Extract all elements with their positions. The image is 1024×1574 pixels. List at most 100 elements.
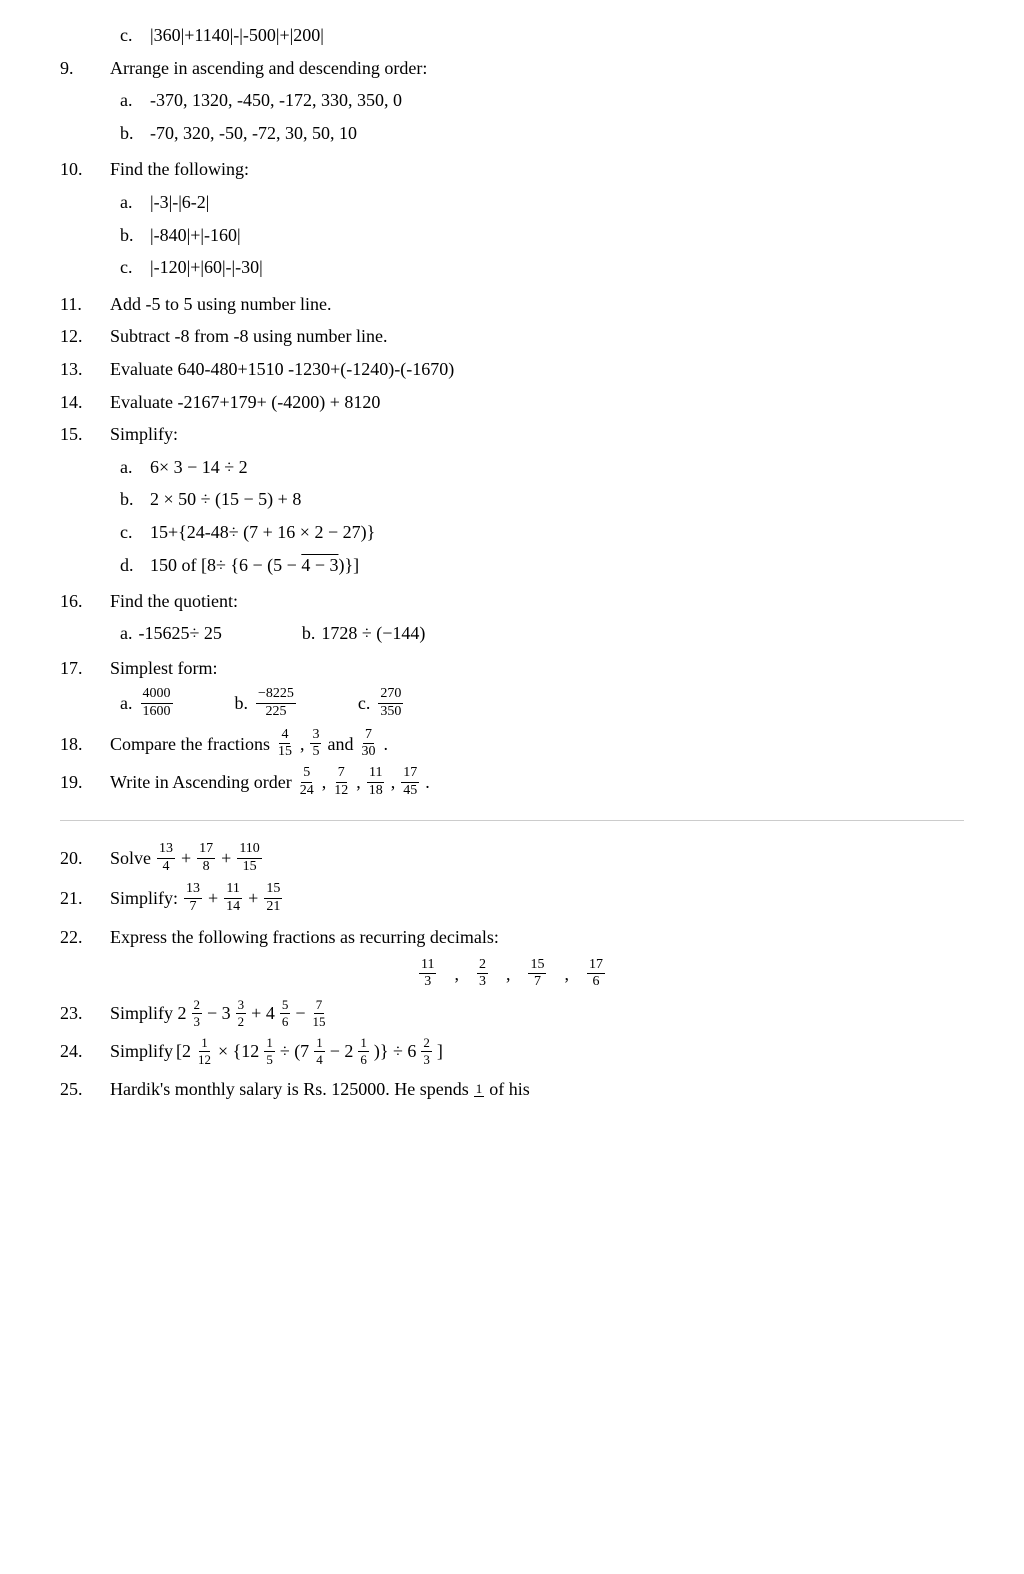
q22-frac2-num: 2 [477,957,488,975]
q20-plus1: + [181,843,191,874]
q25-of: of his [489,1074,530,1105]
question-21: 21. Simplify: 13 7 + 11 14 + 15 21 [60,881,964,916]
q9-num: 9. [60,53,110,84]
q17-text: Simplest form: [110,653,964,684]
q15-a: a. 6× 3 − 14 ÷ 2 [120,452,964,483]
q25-frac1: 1 [474,1081,485,1098]
q16-b-text: 1728 ÷ (−144) [321,619,425,648]
q15-b-label: b. [120,484,150,515]
question-25: 25. Hardik's monthly salary is Rs. 12500… [60,1074,964,1105]
q23-minus: − 3 [207,998,231,1029]
q9-b-text: -70, 320, -50, -72, 30, 50, 10 [150,118,964,149]
q17-a-den: 1600 [141,704,173,721]
q17-b-frac: −8225 225 [256,686,296,721]
q21-frac2-den: 14 [224,899,242,916]
q21-frac1-den: 7 [188,899,199,916]
q18-frac1-den: 15 [276,744,294,761]
q10-num: 10. [60,154,110,185]
q20-frac1: 13 4 [157,841,175,876]
q19-frac3-den: 18 [367,783,385,800]
q21-num: 21. [60,883,110,914]
q20-num: 20. [60,843,110,874]
q24-content: Simplify [2112 × {1215 ÷ (714 − 216 )} ÷… [110,1035,964,1067]
q20-frac2: 17 8 [197,841,215,876]
q14-text: Evaluate -2167+179+ (-4200) + 8120 [110,387,964,418]
q17-c-label: c. [358,689,371,718]
q18-frac2: 3 5 [310,727,321,762]
q17-line: 17. Simplest form: [60,653,964,684]
q14-num: 14. [60,387,110,418]
q20-frac1-den: 4 [161,859,172,876]
q22-frac3-num: 15 [528,957,546,975]
q21-content: Simplify: 13 7 + 11 14 + 15 21 [110,881,964,916]
q22-frac2-den: 3 [477,974,488,991]
q18-content: Compare the fractions 4 15 , 3 5 and 7 3… [110,727,964,762]
q25-content: Hardik's monthly salary is Rs. 125000. H… [110,1074,964,1105]
q20-text: Solve [110,843,151,874]
q19-frac1-num: 5 [301,765,312,783]
q22-num: 22. [60,922,110,953]
q22-frac1-num: 11 [419,957,436,975]
q22-frac3: 15 7 [528,957,546,992]
q17-c-num: 270 [378,686,403,704]
q22-sep2: , [506,960,511,989]
q18-frac1: 4 15 [276,727,294,762]
q10-c: c. |-120|+|60|-|-30| [120,252,964,283]
q15-c-text: 15+{24-48÷ (7 + 16 × 2 − 27)} [150,517,964,548]
q9-b: b. -70, 320, -50, -72, 30, 50, 10 [120,118,964,149]
q17-a: a. 4000 1600 [120,686,175,721]
q24-bracket1: [2 [176,1036,191,1067]
q22-line: 22. Express the following fractions as r… [60,922,964,953]
q10-a-text: |-3|-|6-2| [150,187,964,218]
q10-b: b. |-840|+|-160| [120,220,964,251]
q21-frac3-num: 15 [264,881,282,899]
q21-text: Simplify: [110,883,178,914]
q10-c-text: |-120|+|60|-|-30| [150,252,964,283]
q20-plus2: + [221,843,231,874]
q20-frac2-num: 17 [197,841,215,859]
q17-a-frac: 4000 1600 [141,686,173,721]
q18-frac3: 7 30 [359,727,377,762]
q11-num: 11. [60,289,110,320]
q20-frac2-den: 8 [201,859,212,876]
q10-line: 10. Find the following: [60,154,964,185]
q23-plus: + 4 [251,998,275,1029]
q18-frac1-num: 4 [279,727,290,745]
question-13: 13. Evaluate 640-480+1510 -1230+(-1240)-… [60,354,964,385]
q19-frac3-num: 11 [367,765,384,783]
q19-frac2: 7 12 [332,765,350,800]
q15-c-label: c. [120,517,150,548]
q21-plus1: + [208,883,218,914]
q16-line: 16. Find the quotient: [60,586,964,617]
q18-num: 18. [60,729,110,760]
q24-times: × {12 [218,1036,259,1067]
question-9: 9. Arrange in ascending and descending o… [60,53,964,149]
q22-sep3: , [564,960,569,989]
q18-and: and [327,729,353,760]
q19-frac3: 11 18 [367,765,385,800]
q20-frac3: 110 15 [237,841,261,876]
question-14: 14. Evaluate -2167+179+ (-4200) + 8120 [60,387,964,418]
q24-num: 24. [60,1036,110,1067]
q19-frac2-den: 12 [332,783,350,800]
question-12: 12. Subtract -8 from -8 using number lin… [60,321,964,352]
section-divider [60,820,964,821]
q19-comma2: , [356,767,361,798]
q18-text: Compare the fractions [110,729,270,760]
q15-a-label: a. [120,452,150,483]
q10-c-label: c. [120,252,150,283]
q22-frac4-num: 17 [587,957,605,975]
q22-frac4-den: 6 [590,974,601,991]
q13-text: Evaluate 640-480+1510 -1230+(-1240)-(-16… [110,354,964,385]
q16-subs: a. -15625÷ 25 b. 1728 ÷ (−144) [120,619,964,648]
q23-frac3: 56 [280,997,291,1029]
q18-frac3-num: 7 [363,727,374,745]
q25-num: 25. [60,1074,110,1105]
q21-frac1-num: 13 [184,881,202,899]
q22-frac1-den: 3 [422,974,433,991]
q22-frac3-den: 7 [532,974,543,991]
q15-b-text: 2 × 50 ÷ (15 − 5) + 8 [150,484,964,515]
q19-frac4: 17 45 [401,765,419,800]
q15-d-label: d. [120,550,150,581]
q15-line: 15. Simplify: [60,419,964,450]
